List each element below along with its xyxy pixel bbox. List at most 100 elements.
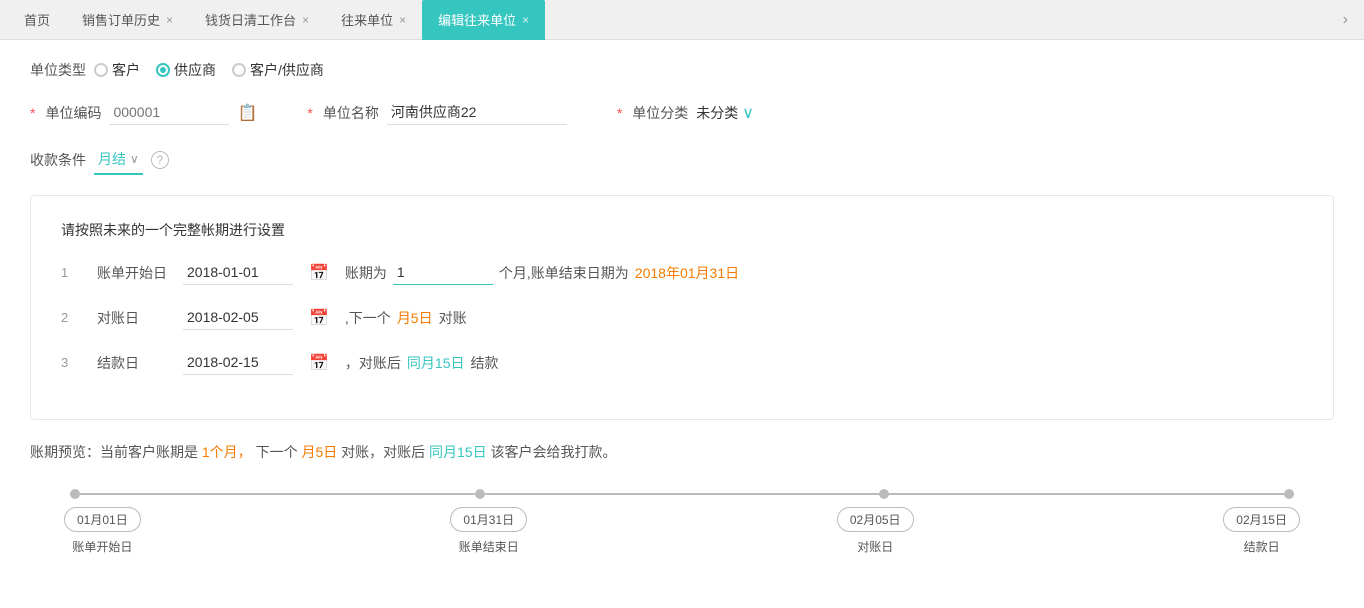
timeline-labels-row: 01月01日 账单开始日 01月31日 账单结束日 02月05日 对账日 02月…: [40, 499, 1324, 555]
timeline-type-2: 对账日: [857, 538, 893, 555]
tab-cash-reconciliation-label: 钱货日清工作台: [205, 10, 296, 29]
timeline-line-2: [485, 493, 880, 495]
tab-edit-counterparty-label: 编辑往来单位: [438, 10, 516, 29]
tab-cash-reconciliation[interactable]: 钱货日清工作台 ×: [189, 0, 325, 40]
tab-counterparty[interactable]: 往来单位 ×: [325, 0, 422, 40]
config-row-1-suffix-text: 账期为: [345, 263, 387, 283]
config-box: 请按照未来的一个完整帐期进行设置 1 账单开始日 📅 账期为 个月,账单结束日期…: [30, 195, 1334, 420]
tab-sales-order-history-close[interactable]: ×: [166, 13, 173, 27]
preview-text3: 对账，对账后: [341, 444, 425, 460]
timeline-section: 01月01日 账单开始日 01月31日 账单结束日 02月05日 对账日 02月…: [30, 489, 1334, 555]
timeline-dot-2: [879, 489, 889, 499]
radio-customer-circle: [94, 63, 108, 77]
config-row-1-date-input[interactable]: [183, 260, 293, 285]
payment-condition-dropdown[interactable]: 月结 ∨: [94, 145, 143, 175]
config-row-2-date-input[interactable]: [183, 305, 293, 330]
config-period-input[interactable]: [393, 260, 493, 285]
config-row-2: 2 对账日 📅 ,下一个 月5日 对账: [61, 305, 1303, 330]
unit-category-group: * 单位分类 未分类 ∨: [617, 103, 816, 123]
timeline-dot-0: [70, 489, 80, 499]
timeline-line-1: [80, 493, 475, 495]
preview-highlight2: 月5日: [301, 444, 337, 460]
config-row-1-label: 账单开始日: [97, 263, 167, 283]
config-row-2-label: 对账日: [97, 308, 167, 328]
preview-text4: 该客户会给我打款。: [491, 444, 617, 460]
config-row-3-label: 结款日: [97, 353, 167, 373]
config-row-1-suffix: 账期为 个月,账单结束日期为 2018年01月31日: [345, 260, 739, 285]
tab-edit-counterparty-close[interactable]: ×: [522, 13, 529, 27]
config-row-3-suffix-prefix: ，对账后: [345, 353, 401, 373]
timeline-label-3: 02月15日 结款日: [1223, 507, 1300, 555]
config-row-2-suffix: ,下一个 月5日 对账: [345, 308, 467, 328]
config-row-3-suffix-highlight: 同月15日: [407, 353, 465, 373]
radio-customer-label: 客户: [112, 60, 140, 80]
config-row-3-calendar-icon[interactable]: 📅: [309, 353, 329, 373]
radio-customer[interactable]: 客户: [94, 60, 140, 80]
tab-sales-order-history-label: 销售订单历史: [82, 10, 160, 29]
timeline-badge-0: 01月01日: [64, 507, 141, 532]
preview-highlight3: 同月15日: [429, 444, 487, 460]
tab-home[interactable]: 首页: [8, 0, 66, 40]
config-row-1-calendar-icon[interactable]: 📅: [309, 263, 329, 283]
config-row-3: 3 结款日 📅 ，对账后 同月15日 结款: [61, 350, 1303, 375]
preview-highlight1: 1个月，: [202, 444, 252, 460]
unit-code-group: * 单位编码 📋: [30, 100, 257, 125]
unit-category-required: *: [617, 105, 622, 121]
radio-both-circle: [232, 63, 246, 77]
tab-arrow[interactable]: ›: [1335, 11, 1356, 29]
timeline-badge-3: 02月15日: [1223, 507, 1300, 532]
radio-supplier-label: 供应商: [174, 60, 216, 80]
unit-type-group: 单位类型 客户 供应商 客户/供应商: [30, 60, 324, 80]
timeline-type-1: 账单结束日: [459, 538, 519, 555]
timeline-label-2: 02月05日 对账日: [837, 507, 914, 555]
category-dropdown-arrow-icon: ∨: [742, 103, 754, 123]
unit-name-group: * 单位名称: [307, 100, 566, 125]
unit-name-label: 单位名称: [323, 103, 379, 123]
unit-name-required: *: [307, 105, 312, 121]
radio-supplier[interactable]: 供应商: [156, 60, 216, 80]
tab-bar: 首页 销售订单历史 × 钱货日清工作台 × 往来单位 × 编辑往来单位 × ›: [0, 0, 1364, 40]
timeline-label-0: 01月01日 账单开始日: [64, 507, 141, 555]
preview-text2: 下一个: [256, 444, 298, 460]
timeline-type-0: 账单开始日: [72, 538, 132, 555]
config-row-2-calendar-icon[interactable]: 📅: [309, 308, 329, 328]
unit-code-required: *: [30, 105, 35, 121]
payment-condition-value: 月结: [98, 149, 126, 169]
unit-info-row: * 单位编码 📋 * 单位名称 * 单位分类 未分类 ∨: [30, 100, 1334, 125]
radio-group: 客户 供应商 客户/供应商: [94, 60, 324, 80]
unit-category-dropdown[interactable]: 未分类 ∨: [696, 103, 816, 123]
unit-code-input[interactable]: [109, 100, 229, 125]
config-row-3-suffix: ，对账后 同月15日 结款: [345, 353, 499, 373]
payment-dropdown-arrow-icon: ∨: [130, 152, 139, 166]
config-title: 请按照未来的一个完整帐期进行设置: [61, 220, 1303, 240]
payment-condition-label: 收款条件: [30, 150, 86, 170]
unit-name-input[interactable]: [387, 100, 567, 125]
tab-cash-reconciliation-close[interactable]: ×: [302, 13, 309, 27]
tab-counterparty-label: 往来单位: [341, 10, 393, 29]
config-row-3-num: 3: [61, 355, 81, 370]
tab-counterparty-close[interactable]: ×: [399, 13, 406, 27]
config-row-3-date-input[interactable]: [183, 350, 293, 375]
timeline-label-1: 01月31日 账单结束日: [450, 507, 527, 555]
unit-code-calendar-icon[interactable]: 📋: [237, 103, 257, 123]
radio-both-label: 客户/供应商: [250, 60, 324, 80]
radio-both[interactable]: 客户/供应商: [232, 60, 324, 80]
unit-type-row: 单位类型 客户 供应商 客户/供应商: [30, 60, 1334, 80]
preview-prefix: 账期预览：当前客户账期是: [30, 444, 198, 460]
unit-code-label: 单位编码: [45, 103, 101, 123]
timeline-badge-1: 01月31日: [450, 507, 527, 532]
payment-condition-row: 收款条件 月结 ∨ ?: [30, 145, 1334, 175]
timeline-dot-1: [475, 489, 485, 499]
timeline-line-3: [889, 493, 1284, 495]
help-icon[interactable]: ?: [151, 151, 169, 169]
timeline-dot-3: [1284, 489, 1294, 499]
tab-sales-order-history[interactable]: 销售订单历史 ×: [66, 0, 189, 40]
config-row-1-period-unit: 个月,账单结束日期为: [499, 263, 629, 283]
config-row-2-suffix-suffix: 对账: [439, 308, 467, 328]
timeline-badge-2: 02月05日: [837, 507, 914, 532]
radio-supplier-circle: [156, 63, 170, 77]
unit-category-label: 单位分类: [632, 103, 688, 123]
unit-type-label: 单位类型: [30, 60, 86, 80]
config-row-1-end-date: 2018年01月31日: [635, 263, 739, 283]
tab-edit-counterparty[interactable]: 编辑往来单位 ×: [422, 0, 545, 40]
